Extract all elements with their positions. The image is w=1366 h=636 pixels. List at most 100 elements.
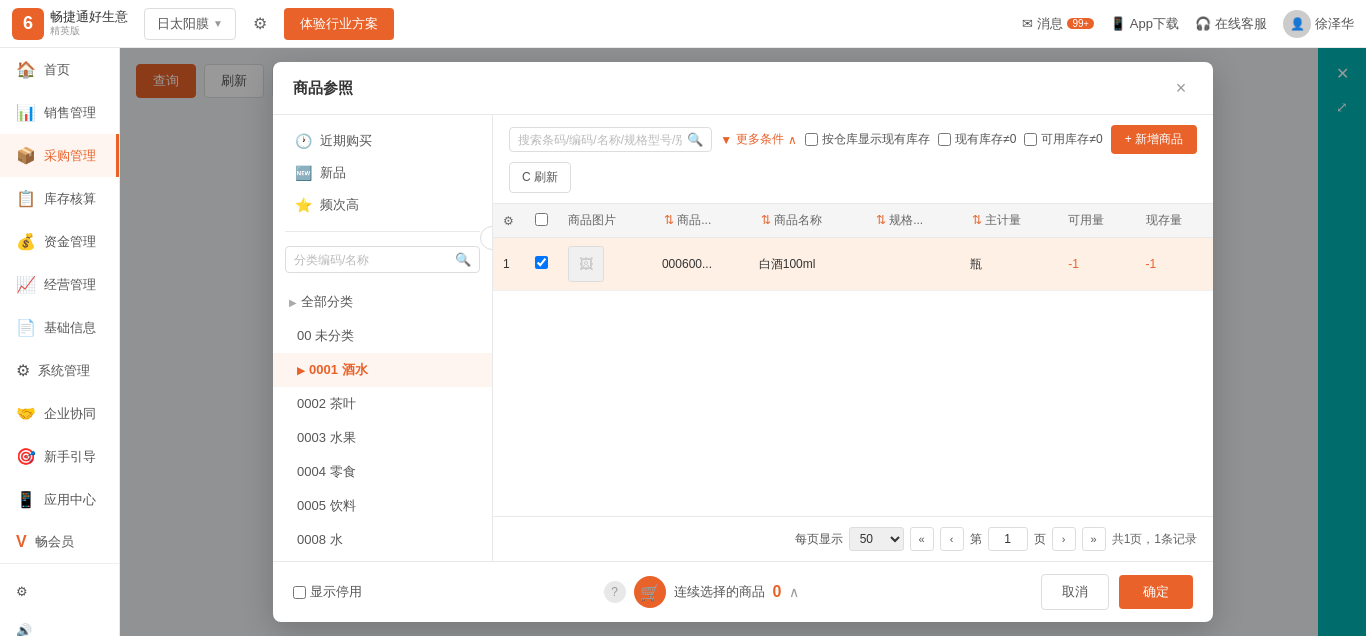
- row-image-cell: 🖼: [558, 238, 652, 291]
- basic-icon: 📄: [16, 318, 36, 337]
- row-checkbox[interactable]: [535, 256, 548, 269]
- collapse-panel-button[interactable]: 《: [480, 226, 493, 250]
- page-number-input[interactable]: [988, 527, 1028, 551]
- sales-icon: 📊: [16, 103, 36, 122]
- sidebar-label-inventory: 库存核算: [44, 190, 96, 208]
- service-button[interactable]: 🎧 在线客服: [1195, 15, 1267, 33]
- collapse-footer-button[interactable]: ∧: [789, 584, 799, 600]
- tab-recent-purchase[interactable]: 🕐 近期购买: [285, 125, 480, 157]
- category-00[interactable]: 00 未分类: [273, 319, 492, 353]
- next-page-button[interactable]: ›: [1052, 527, 1076, 551]
- guide-icon: 🎯: [16, 447, 36, 466]
- last-page-button[interactable]: »: [1082, 527, 1106, 551]
- category-0001[interactable]: ▶ 0001 酒水: [273, 353, 492, 387]
- col-name-label: 商品名称: [774, 213, 822, 227]
- per-page-label: 每页显示: [795, 531, 843, 548]
- category-label-0004: 0004 零食: [297, 463, 356, 481]
- table-header-row: ⚙ 商品图片: [493, 204, 1213, 238]
- refresh-button[interactable]: C 刷新: [509, 162, 571, 193]
- show-disabled-label[interactable]: 显示停用: [293, 583, 362, 601]
- select-all-checkbox[interactable]: [535, 213, 548, 226]
- sidebar-item-member[interactable]: V 畅会员: [0, 521, 119, 563]
- app-download-button[interactable]: 📱 App下载: [1110, 15, 1179, 33]
- modal-close-button[interactable]: ×: [1169, 76, 1193, 100]
- cart-button[interactable]: 🛒: [634, 576, 666, 608]
- modal-left-panel: 🕐 近期购买 🆕 新品 ⭐ 频次高: [273, 115, 493, 561]
- col-spec[interactable]: ⇅ 规格...: [864, 204, 960, 238]
- sidebar-item-guide[interactable]: 🎯 新手引导: [0, 435, 119, 478]
- sidebar-item-sales[interactable]: 📊 销售管理: [0, 91, 119, 134]
- sidebar-item-home[interactable]: 🏠 首页: [0, 48, 119, 91]
- sidebar-settings[interactable]: ⚙: [0, 572, 119, 611]
- sidebar-item-operation[interactable]: 📈 经营管理: [0, 263, 119, 306]
- page-unit: 页: [1034, 531, 1046, 548]
- product-search-icon[interactable]: 🔍: [687, 132, 703, 147]
- sidebar-item-apps[interactable]: 📱 应用中心: [0, 478, 119, 521]
- settings-icon: ⚙: [16, 584, 28, 599]
- experience-button[interactable]: 体验行业方案: [284, 8, 394, 40]
- col-code[interactable]: ⇅ 商品...: [652, 204, 749, 238]
- check-existing[interactable]: [938, 133, 951, 146]
- prev-page-button[interactable]: ‹: [940, 527, 964, 551]
- gear-button[interactable]: ⚙: [244, 8, 276, 40]
- modal-title: 商品参照: [293, 79, 353, 98]
- check-available-label[interactable]: 可用库存≠0: [1024, 131, 1102, 148]
- check-existing-text: 现有库存≠0: [955, 131, 1016, 148]
- category-0002[interactable]: 0002 茶叶: [273, 387, 492, 421]
- sidebar-item-system[interactable]: ⚙ 系统管理: [0, 349, 119, 392]
- sidebar-item-collab[interactable]: 🤝 企业协同: [0, 392, 119, 435]
- more-filters-button[interactable]: ▼ 更多条件 ∧: [720, 131, 797, 148]
- cancel-button[interactable]: 取消: [1041, 574, 1109, 610]
- gear-col-icon[interactable]: ⚙: [503, 214, 514, 228]
- product-search-input[interactable]: [518, 133, 683, 147]
- sidebar-item-finance[interactable]: 💰 资金管理: [0, 220, 119, 263]
- sidebar-item-purchase[interactable]: 📦 采购管理: [0, 134, 119, 177]
- logo-icon: 6: [12, 8, 44, 40]
- table-row[interactable]: 1 🖼: [493, 238, 1213, 291]
- tab-frequent[interactable]: ⭐ 频次高: [285, 189, 480, 221]
- service-label: 在线客服: [1215, 15, 1267, 33]
- confirm-button[interactable]: 确定: [1119, 575, 1193, 609]
- row-code-cell: 000600...: [652, 238, 749, 291]
- col-image[interactable]: 商品图片: [558, 204, 652, 238]
- col-stock: 现存量: [1136, 204, 1213, 238]
- category-search-input[interactable]: [294, 253, 449, 267]
- footer-left: 显示停用: [293, 583, 362, 601]
- check-existing-label[interactable]: 现有库存≠0: [938, 131, 1016, 148]
- finance-icon: 💰: [16, 232, 36, 251]
- per-page-select[interactable]: 50 100 200: [849, 527, 904, 551]
- check-warehouse-label[interactable]: 按仓库显示现有库存: [805, 131, 930, 148]
- check-warehouse[interactable]: [805, 133, 818, 146]
- user-profile[interactable]: 👤 徐泽华: [1283, 10, 1354, 38]
- filter-arrow: ∧: [788, 133, 797, 147]
- sidebar-sound[interactable]: 🔊: [0, 611, 119, 636]
- messages-button[interactable]: ✉ 消息 99+: [1022, 15, 1093, 33]
- col-unit[interactable]: ⇅ 主计量: [960, 204, 1059, 238]
- sort-icon-unit: ⇅: [972, 213, 982, 227]
- category-0004[interactable]: 0004 零食: [273, 455, 492, 489]
- sidebar-item-inventory[interactable]: 📋 库存核算: [0, 177, 119, 220]
- first-page-button[interactable]: «: [910, 527, 934, 551]
- purchase-icon: 📦: [16, 146, 36, 165]
- category-0005[interactable]: 0005 饮料: [273, 489, 492, 523]
- home-icon: 🏠: [16, 60, 36, 79]
- col-name[interactable]: ⇅ 商品名称: [749, 204, 864, 238]
- check-available[interactable]: [1024, 133, 1037, 146]
- help-button[interactable]: ?: [604, 581, 626, 603]
- show-disabled-checkbox[interactable]: [293, 586, 306, 599]
- category-0003[interactable]: 0003 水果: [273, 421, 492, 455]
- sidebar-item-basic[interactable]: 📄 基础信息: [0, 306, 119, 349]
- star-icon: ⭐: [295, 197, 312, 213]
- add-product-button[interactable]: + 新增商品: [1111, 125, 1197, 154]
- category-0008[interactable]: 0008 水: [273, 523, 492, 557]
- category-search-icon[interactable]: 🔍: [455, 252, 471, 267]
- new-icon: 🆕: [295, 165, 312, 181]
- product-table: ⚙ 商品图片: [493, 204, 1213, 291]
- category-all[interactable]: ▶ 全部分类: [273, 285, 492, 319]
- nav-dropdown[interactable]: 日太阳膜 ▼: [144, 8, 236, 40]
- sidebar: 🏠 首页 📊 销售管理 📦 采购管理 📋 库存核算 💰 资金管理 📈 经营管理 …: [0, 48, 120, 636]
- row-checkbox-cell[interactable]: [525, 238, 558, 291]
- page-total: 共1页，1条记录: [1112, 531, 1197, 548]
- category-0010[interactable]: 0010 家电: [273, 557, 492, 561]
- tab-new-products[interactable]: 🆕 新品: [285, 157, 480, 189]
